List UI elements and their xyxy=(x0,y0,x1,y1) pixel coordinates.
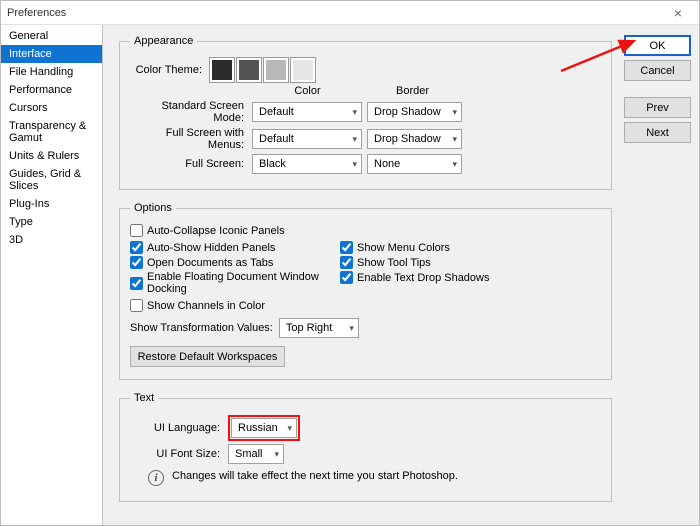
standard-mode-label: Standard Screen Mode: xyxy=(130,100,252,124)
chevron-down-icon: ▾ xyxy=(450,134,459,145)
full-color-select[interactable]: Black▾ xyxy=(252,154,362,174)
sidebar-item-guides-grid-slices[interactable]: Guides, Grid & Slices xyxy=(1,165,102,195)
next-button[interactable]: Next xyxy=(624,122,691,143)
text-group: Text UI Language: Russian▾ UI Font Size:… xyxy=(119,392,612,502)
color-theme-label: Color Theme: xyxy=(130,64,210,76)
transform-select[interactable]: Top Right▾ xyxy=(279,318,359,338)
chevron-down-icon: ▾ xyxy=(285,423,294,434)
full-menus-color-select[interactable]: Default▾ xyxy=(252,129,362,149)
chevron-down-icon: ▾ xyxy=(272,449,281,460)
ok-button[interactable]: OK xyxy=(624,35,691,56)
sidebar-item-performance[interactable]: Performance xyxy=(1,81,102,99)
dialog-buttons: OK Cancel Prev Next xyxy=(624,25,699,525)
ui-language-select[interactable]: Russian▾ xyxy=(231,418,297,438)
window-body: GeneralInterfaceFile HandlingPerformance… xyxy=(1,25,699,525)
full-menus-border-select[interactable]: Drop Shadow▾ xyxy=(367,129,462,149)
ui-font-size-label: UI Font Size: xyxy=(130,448,228,460)
chevron-down-icon: ▾ xyxy=(450,159,459,170)
theme-swatch-light[interactable] xyxy=(291,58,315,82)
category-sidebar: GeneralInterfaceFile HandlingPerformance… xyxy=(1,25,103,525)
options-group: Options Auto-Collapse Iconic Panels Auto… xyxy=(119,202,612,380)
sidebar-item-3d[interactable]: 3D xyxy=(1,231,102,249)
sidebar-item-general[interactable]: General xyxy=(1,27,102,45)
chevron-down-icon: ▾ xyxy=(347,323,356,334)
auto-show-check[interactable]: Auto-Show Hidden Panels xyxy=(130,241,340,254)
transform-label: Show Transformation Values: xyxy=(130,322,279,334)
header-color: Color xyxy=(250,85,365,97)
sidebar-item-transparency-gamut[interactable]: Transparency & Gamut xyxy=(1,117,102,147)
restore-workspaces-button[interactable]: Restore Default Workspaces xyxy=(130,346,285,367)
window-title: Preferences xyxy=(7,7,66,19)
sidebar-item-plug-ins[interactable]: Plug-Ins xyxy=(1,195,102,213)
preferences-window: Preferences × GeneralInterfaceFile Handl… xyxy=(0,0,700,526)
standard-border-select[interactable]: Drop Shadow▾ xyxy=(367,102,462,122)
show-tooltips-check[interactable]: Show Tool Tips xyxy=(340,256,490,269)
appearance-legend: Appearance xyxy=(130,35,197,47)
full-border-select[interactable]: None▾ xyxy=(367,154,462,174)
sidebar-item-type[interactable]: Type xyxy=(1,213,102,231)
sidebar-item-interface[interactable]: Interface xyxy=(1,45,102,63)
chevron-down-icon: ▾ xyxy=(350,159,359,170)
cancel-button[interactable]: Cancel xyxy=(624,60,691,81)
prev-button[interactable]: Prev xyxy=(624,97,691,118)
highlight-language: Russian▾ xyxy=(228,415,300,441)
theme-swatch-medium-dark[interactable] xyxy=(237,58,261,82)
chevron-down-icon: ▾ xyxy=(450,107,459,118)
theme-swatch-dark[interactable] xyxy=(210,58,234,82)
restart-note: Changes will take effect the next time y… xyxy=(172,470,458,482)
sidebar-item-cursors[interactable]: Cursors xyxy=(1,99,102,117)
appearance-group: Appearance Color Theme: Color Border Sta… xyxy=(119,35,612,190)
options-legend: Options xyxy=(130,202,176,214)
ui-language-label: UI Language: xyxy=(130,422,228,434)
auto-collapse-check[interactable]: Auto-Collapse Iconic Panels xyxy=(130,224,601,237)
header-border: Border xyxy=(365,85,460,97)
close-icon[interactable]: × xyxy=(663,5,693,21)
sidebar-item-units-rulers[interactable]: Units & Rulers xyxy=(1,147,102,165)
ui-font-size-select[interactable]: Small▾ xyxy=(228,444,284,464)
info-icon: i xyxy=(148,470,164,486)
show-channels-check[interactable]: Show Channels in Color xyxy=(130,299,601,312)
chevron-down-icon: ▾ xyxy=(350,134,359,145)
open-tabs-check[interactable]: Open Documents as Tabs xyxy=(130,256,340,269)
full-menus-label: Full Screen with Menus: xyxy=(130,127,252,151)
chevron-down-icon: ▾ xyxy=(350,107,359,118)
main-panel: Appearance Color Theme: Color Border Sta… xyxy=(103,25,624,525)
enable-shadows-check[interactable]: Enable Text Drop Shadows xyxy=(340,271,490,284)
sidebar-item-file-handling[interactable]: File Handling xyxy=(1,63,102,81)
full-screen-label: Full Screen: xyxy=(130,158,252,170)
theme-swatch-medium-light[interactable] xyxy=(264,58,288,82)
text-legend: Text xyxy=(130,392,158,404)
show-menu-colors-check[interactable]: Show Menu Colors xyxy=(340,241,490,254)
enable-docking-check[interactable]: Enable Floating Document Window Docking xyxy=(130,271,340,295)
standard-color-select[interactable]: Default▾ xyxy=(252,102,362,122)
titlebar: Preferences × xyxy=(1,1,699,25)
